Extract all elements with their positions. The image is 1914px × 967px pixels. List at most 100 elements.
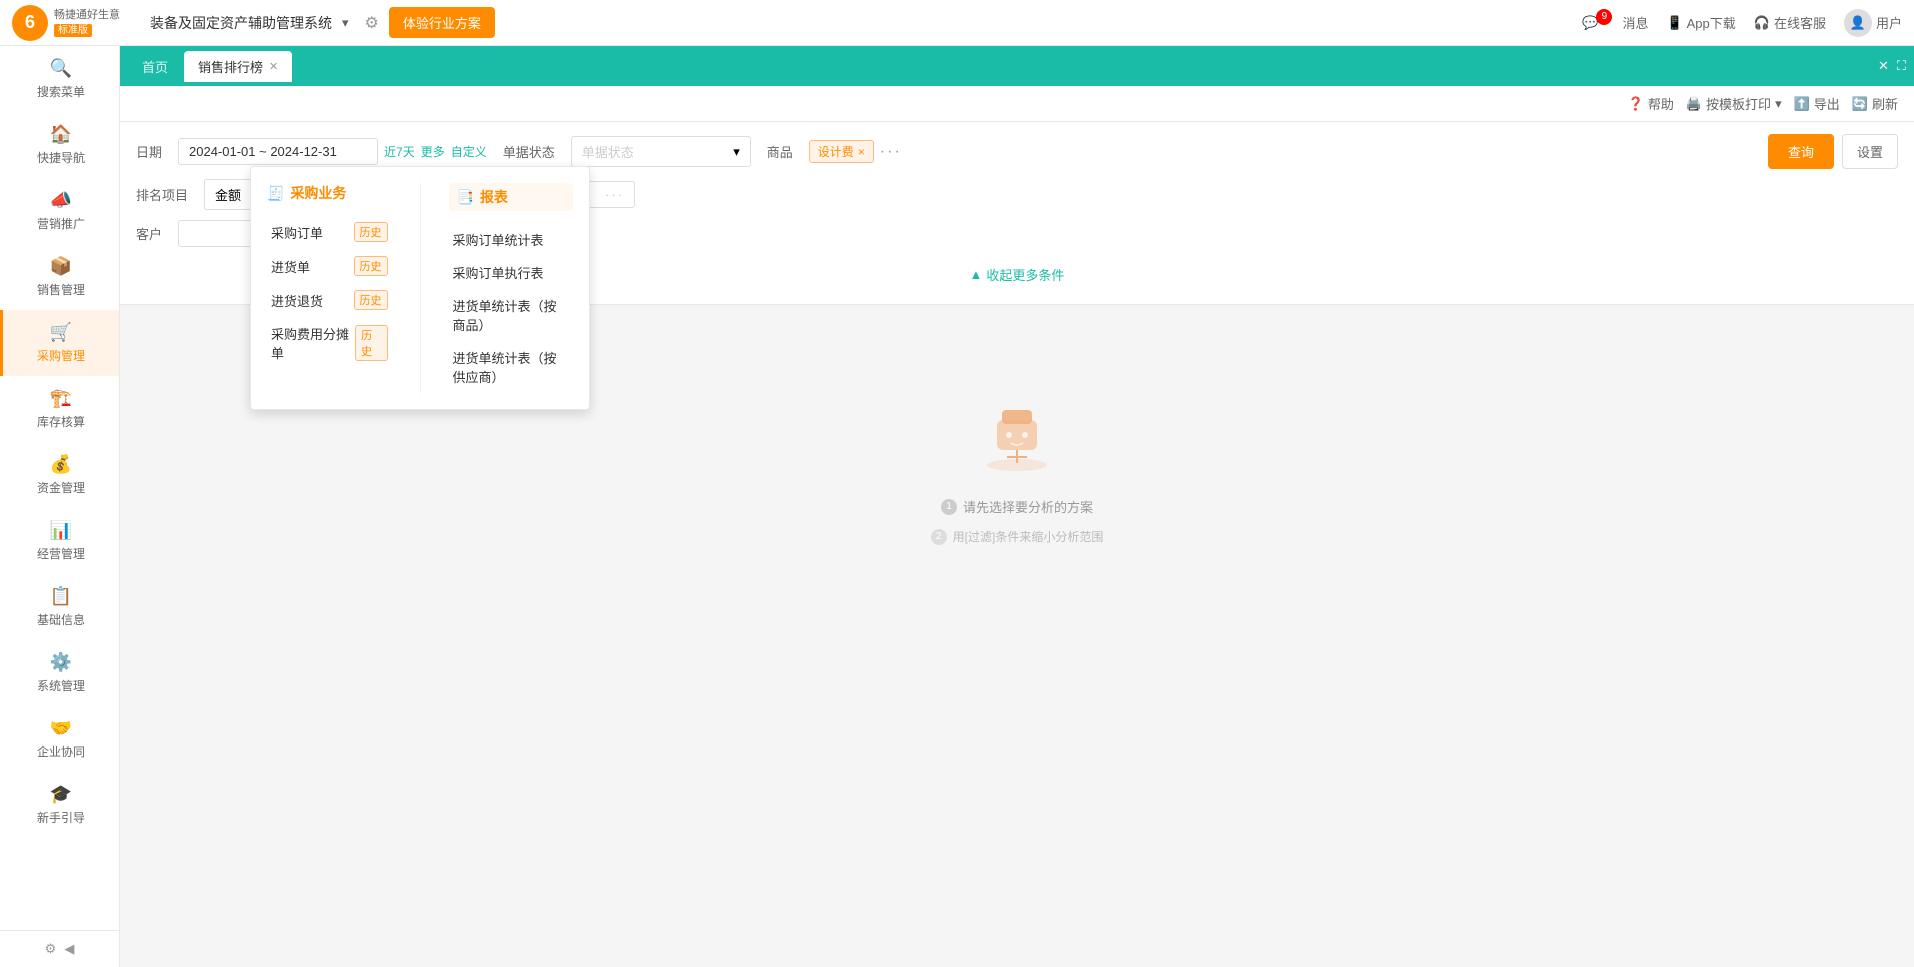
rank-select-value: 金额 bbox=[215, 185, 241, 204]
content-area: 首页 销售排行榜 ✕ ✕ ⛶ ❓ 帮助 🖨️ 按模板打印 bbox=[120, 46, 1914, 967]
status-select-value: 单据状态 bbox=[582, 142, 634, 161]
tab-expand-icon[interactable]: ⛶ bbox=[1897, 58, 1906, 74]
goods-tag-close[interactable]: × bbox=[858, 145, 865, 159]
history-badge-0: 历史 bbox=[354, 222, 388, 242]
sidebar: 🔍 搜索菜单 🏠 快捷导航 📣 营销推广 📦 销售管理 🛒 采购管理 🏗️ 库存… bbox=[0, 46, 120, 967]
settings-button[interactable]: 设置 bbox=[1842, 134, 1898, 169]
menu-item-report-instock-supplier[interactable]: 进货单统计表（按供应商） bbox=[449, 341, 574, 393]
export-icon: ⬆️ bbox=[1794, 96, 1810, 112]
refresh-action[interactable]: 🔄 刷新 bbox=[1852, 94, 1898, 113]
menu-item-purchase-instock[interactable]: 进货单 历史 bbox=[267, 249, 392, 283]
status-chevron-icon: ▾ bbox=[733, 144, 740, 160]
rank-label: 排名项目 bbox=[136, 185, 188, 204]
user-action[interactable]: 👤 用户 bbox=[1844, 9, 1902, 37]
app-download-action[interactable]: 📱 App下载 bbox=[1666, 13, 1735, 32]
collapse-sidebar-icon[interactable]: ◀ bbox=[64, 941, 74, 957]
purchase-icon: 🛒 bbox=[50, 322, 72, 343]
action-buttons: 查询 设置 bbox=[1768, 134, 1898, 169]
top-header: 6 畅捷通好生意 标准版 装备及固定资产辅助管理系统 ▾ ⚙ 体验行业方案 💬 … bbox=[0, 0, 1914, 46]
menu-item-report-order-stat[interactable]: 采购订单统计表 bbox=[449, 223, 574, 256]
purchase-section-title: 🧾 采购业务 bbox=[267, 183, 392, 203]
phone-icon: 📱 bbox=[1666, 15, 1682, 31]
main-layout: 🔍 搜索菜单 🏠 快捷导航 📣 营销推广 📦 销售管理 🛒 采购管理 🏗️ 库存… bbox=[0, 46, 1914, 967]
home-icon: 🏠 bbox=[50, 124, 72, 145]
search-icon: 🔍 bbox=[50, 58, 72, 79]
report-section-title: 📑 报表 bbox=[449, 183, 574, 211]
salesman-dots[interactable]: ··· bbox=[605, 187, 624, 202]
sidebar-bottom: ⚙ ◀ bbox=[0, 930, 119, 967]
status-select[interactable]: 单据状态 ▾ bbox=[571, 136, 751, 167]
trial-button[interactable]: 体验行业方案 bbox=[389, 7, 495, 38]
query-button[interactable]: 查询 bbox=[1768, 134, 1834, 169]
settings-bottom-icon[interactable]: ⚙ bbox=[45, 941, 57, 957]
report-section-icon: 📑 bbox=[457, 189, 474, 206]
sidebar-item-purchase[interactable]: 🛒 采购管理 bbox=[0, 310, 119, 376]
sidebar-item-guide[interactable]: 🎓 新手引导 bbox=[0, 772, 119, 838]
sidebar-item-inventory[interactable]: 🏗️ 库存核算 bbox=[0, 376, 119, 442]
purchase-section-icon: 🧾 bbox=[267, 185, 284, 202]
marketing-icon: 📣 bbox=[50, 190, 72, 211]
menu-item-purchase-return[interactable]: 进货退货 历史 bbox=[267, 283, 392, 317]
sidebar-item-quick-nav[interactable]: 🏠 快捷导航 bbox=[0, 112, 119, 178]
print-action[interactable]: 🖨️ 按模板打印 ▾ bbox=[1686, 94, 1782, 113]
menu-item-report-instock-goods[interactable]: 进货单统计表（按商品） bbox=[449, 289, 574, 341]
menu-item-purchase-cost[interactable]: 采购费用分摊单 历史 bbox=[267, 317, 392, 369]
goods-more-btn[interactable]: ··· bbox=[880, 143, 902, 161]
empty-hint-1: 1 请先选择要分析的方案 bbox=[941, 497, 1093, 516]
sidebar-item-finance[interactable]: 💰 资金管理 bbox=[0, 442, 119, 508]
page-content: ❓ 帮助 🖨️ 按模板打印 ▾ ⬆️ 导出 🔄 刷新 bbox=[120, 86, 1914, 967]
menu-item-purchase-order[interactable]: 采购订单 历史 bbox=[267, 215, 392, 249]
logo-text: 畅捷通好生意 标准版 bbox=[54, 8, 120, 37]
system-dropdown[interactable]: ▾ bbox=[342, 15, 349, 31]
tab-close-icon[interactable]: ✕ bbox=[269, 60, 278, 73]
print-icon: 🖨️ bbox=[1686, 96, 1702, 112]
date-label: 日期 bbox=[136, 142, 162, 161]
export-action[interactable]: ⬆️ 导出 bbox=[1794, 94, 1840, 113]
goods-filter: 设计费 × ··· bbox=[809, 140, 902, 163]
report-menu-section: 📑 报表 采购订单统计表 采购订单执行表 进货单统计表（按商品） 进货单统计表（… bbox=[449, 183, 574, 393]
message-action[interactable]: 💬 9 消息 bbox=[1582, 13, 1648, 32]
menu-item-report-order-exec[interactable]: 采购订单执行表 bbox=[449, 256, 574, 289]
goods-label: 商品 bbox=[767, 142, 793, 161]
tab-right-actions: ✕ ⛶ bbox=[1878, 58, 1906, 74]
system-title: 装备及固定资产辅助管理系统 bbox=[150, 13, 332, 33]
tab-home[interactable]: 首页 bbox=[128, 51, 182, 82]
purchase-dropdown-menu: 🧾 采购业务 采购订单 历史 进货单 历史 进货退货 历史 bbox=[250, 166, 590, 410]
purchase-menu-section: 🧾 采购业务 采购订单 历史 进货单 历史 进货退货 历史 bbox=[267, 183, 392, 393]
avatar: 👤 bbox=[1844, 9, 1872, 37]
collapse-icon: ▲ bbox=[970, 267, 983, 282]
date-quick-more[interactable]: 更多 bbox=[421, 143, 445, 160]
header-right: 💬 9 消息 📱 App下载 🎧 在线客服 👤 用户 bbox=[1582, 9, 1902, 37]
finance-icon: 💰 bbox=[50, 454, 72, 475]
sidebar-item-marketing[interactable]: 📣 营销推广 bbox=[0, 178, 119, 244]
sales-icon: 📦 bbox=[50, 256, 72, 277]
operations-icon: 📊 bbox=[50, 520, 72, 541]
sidebar-item-basic[interactable]: 📋 基础信息 bbox=[0, 574, 119, 640]
refresh-icon: 🔄 bbox=[1852, 96, 1868, 112]
sidebar-item-search[interactable]: 🔍 搜索菜单 bbox=[0, 46, 119, 112]
empty-hint-2: 2 用[过滤]条件来缩小分析范围 bbox=[931, 528, 1104, 545]
empty-illustration bbox=[967, 385, 1067, 485]
logo-area: 6 畅捷通好生意 标准版 bbox=[12, 5, 120, 41]
guide-icon: 🎓 bbox=[50, 784, 72, 805]
date-input[interactable] bbox=[178, 138, 378, 165]
help-action[interactable]: ❓ 帮助 bbox=[1628, 94, 1674, 113]
tab-sales-rank[interactable]: 销售排行榜 ✕ bbox=[184, 51, 292, 82]
sidebar-item-sales[interactable]: 📦 销售管理 bbox=[0, 244, 119, 310]
logo-badge: 标准版 bbox=[54, 24, 92, 37]
cooperation-icon: 🤝 bbox=[50, 718, 72, 739]
message-badge: 9 bbox=[1596, 9, 1612, 25]
sidebar-item-system[interactable]: ⚙️ 系统管理 bbox=[0, 640, 119, 706]
customer-label: 客户 bbox=[136, 224, 162, 243]
date-quick-7days[interactable]: 近7天 bbox=[384, 143, 415, 160]
settings-icon[interactable]: ⚙ bbox=[365, 13, 379, 33]
online-service-action[interactable]: 🎧 在线客服 bbox=[1754, 13, 1826, 32]
date-quick-custom[interactable]: 自定义 bbox=[451, 143, 487, 160]
logo-icon: 6 bbox=[12, 5, 48, 41]
sidebar-item-operations[interactable]: 📊 经营管理 bbox=[0, 508, 119, 574]
status-label: 单据状态 bbox=[503, 142, 555, 161]
sidebar-item-cooperation[interactable]: 🤝 企业协同 bbox=[0, 706, 119, 772]
tab-close-all-icon[interactable]: ✕ bbox=[1878, 58, 1889, 74]
history-badge-3: 历史 bbox=[355, 325, 387, 361]
menu-divider bbox=[420, 183, 421, 393]
